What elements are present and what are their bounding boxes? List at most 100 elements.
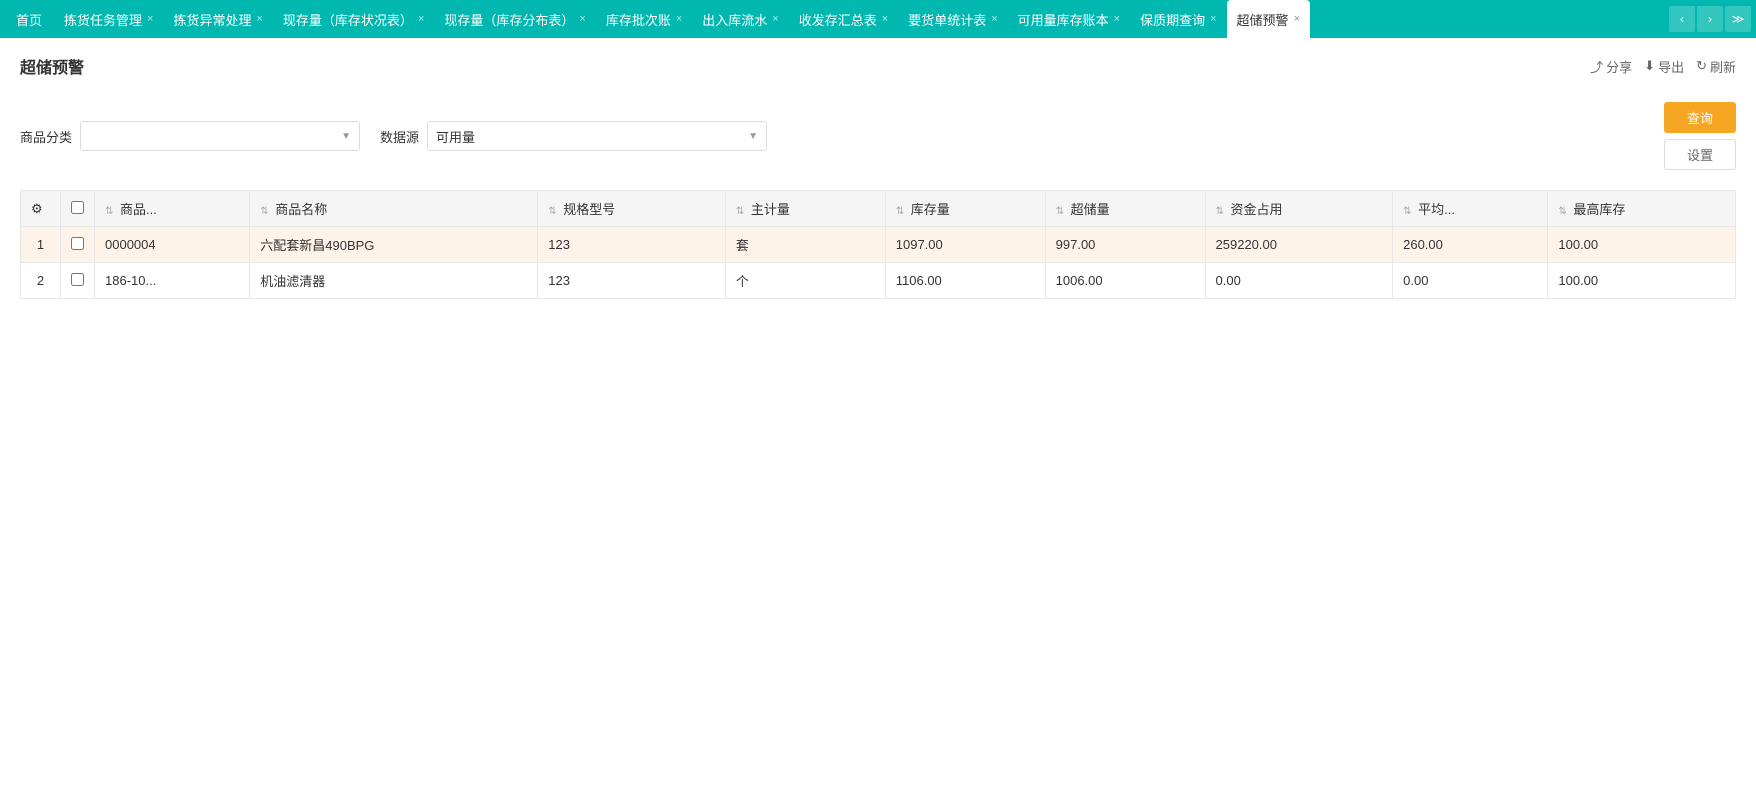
nav-tab-label-4: 库存批次账 [606, 10, 671, 29]
nav-tab-close-6[interactable]: × [882, 13, 888, 25]
refresh-button[interactable]: ↻ 刷新 [1696, 57, 1736, 76]
sort-icon-overstock: ⇅ [1056, 206, 1064, 217]
nav-tab-close-8[interactable]: × [1114, 13, 1120, 25]
nav-tab-2[interactable]: 现存量（库存状况表） × [273, 0, 434, 38]
datasource-select[interactable]: 可用量 ▼ [427, 121, 767, 151]
row-capital-1: 259220.00 [1205, 227, 1393, 263]
nav-tab-close-4[interactable]: × [676, 13, 682, 25]
row-select-2[interactable] [71, 273, 84, 286]
th-max-stock[interactable]: ⇅ 最高库存 [1548, 191, 1736, 227]
th-stock-label: 库存量 [911, 202, 950, 217]
th-spec[interactable]: ⇅ 规格型号 [538, 191, 726, 227]
nav-tab-0[interactable]: 拣货任务管理 × [54, 0, 163, 38]
th-product-code-label: 商品... [120, 202, 157, 217]
nav-more-button[interactable]: ≫ [1725, 6, 1751, 32]
category-filter-group: 商品分类 ▼ [20, 121, 360, 151]
share-button[interactable]: ⤴ 分享 [1590, 57, 1632, 76]
row-max-stock-2: 100.00 [1548, 263, 1736, 299]
row-product-name-2: 机油滤清器 [250, 263, 538, 299]
row-avg-price-2: 0.00 [1393, 263, 1548, 299]
page-title: 超储预警 [20, 54, 84, 78]
row-checkbox-1 [61, 227, 95, 263]
category-chevron-icon: ▼ [341, 131, 351, 142]
export-button[interactable]: ⬇ 导出 [1644, 57, 1684, 76]
nav-tab-label-3: 现存量（库存分布表） [444, 10, 574, 29]
nav-tab-close-7[interactable]: × [991, 13, 997, 25]
sort-icon-max-stock: ⇅ [1558, 206, 1566, 217]
nav-tab-label-9: 保质期查询 [1140, 10, 1205, 29]
nav-prev-button[interactable]: ‹ [1669, 6, 1695, 32]
settings-button[interactable]: 设置 [1664, 139, 1736, 170]
settings-gear-icon[interactable]: ⚙ [31, 201, 43, 216]
th-capital-label: 资金占用 [1231, 202, 1283, 217]
row-checkbox-2 [61, 263, 95, 299]
sort-icon-spec: ⇅ [548, 206, 556, 217]
row-avg-price-1: 260.00 [1393, 227, 1548, 263]
nav-tab-10[interactable]: 超储预警 × [1227, 0, 1310, 38]
nav-tab-5[interactable]: 出入库流水 × [692, 0, 788, 38]
th-product-name[interactable]: ⇅ 商品名称 [250, 191, 538, 227]
category-filter-label: 商品分类 [20, 127, 72, 146]
nav-tab-close-10[interactable]: × [1294, 13, 1300, 25]
export-icon: ⬇ [1644, 58, 1655, 74]
row-unit-1: 套 [725, 227, 885, 263]
row-stock-2: 1106.00 [885, 263, 1045, 299]
share-label: 分享 [1606, 57, 1632, 76]
nav-tab-label-2: 现存量（库存状况表） [283, 10, 413, 29]
header-actions: ⤴ 分享 ⬇ 导出 ↻ 刷新 [1590, 57, 1736, 76]
nav-tab-8[interactable]: 可用量库存账本 × [1008, 0, 1130, 38]
row-overstock-2: 1006.00 [1045, 263, 1205, 299]
nav-tab-label-8: 可用量库存账本 [1018, 10, 1109, 29]
row-stock-1: 1097.00 [885, 227, 1045, 263]
row-spec-2: 123 [538, 263, 726, 299]
th-product-code[interactable]: ⇅ 商品... [95, 191, 250, 227]
nav-tab-label-1: 拣货异常处理 [173, 10, 251, 29]
nav-tab-close-1[interactable]: × [256, 13, 262, 25]
category-select[interactable]: ▼ [80, 121, 360, 151]
th-unit[interactable]: ⇅ 主计量 [725, 191, 885, 227]
nav-tab-7[interactable]: 要货单统计表 × [898, 0, 1007, 38]
th-stock[interactable]: ⇅ 库存量 [885, 191, 1045, 227]
nav-tab-close-9[interactable]: × [1210, 13, 1216, 25]
table-body: 1 0000004 六配套新昌490BPG 123 套 1097.00 997.… [21, 227, 1736, 299]
table-row: 2 186-10... 机油滤清器 123 个 1106.00 1006.00 … [21, 263, 1736, 299]
row-unit-2: 个 [725, 263, 885, 299]
refresh-icon: ↻ [1696, 58, 1707, 74]
data-table: ⚙ ⇅ 商品... ⇅ 商品名称 ⇅ 规格型号 ⇅ [20, 190, 1736, 299]
select-all-checkbox[interactable] [71, 201, 84, 214]
datasource-select-value: 可用量 [436, 127, 475, 146]
th-avg-price[interactable]: ⇅ 平均... [1393, 191, 1548, 227]
nav-tab-1[interactable]: 拣货异常处理 × [163, 0, 272, 38]
th-capital[interactable]: ⇅ 资金占用 [1205, 191, 1393, 227]
row-select-1[interactable] [71, 237, 84, 250]
th-overstock[interactable]: ⇅ 超储量 [1045, 191, 1205, 227]
row-product-code-1: 0000004 [95, 227, 250, 263]
th-spec-label: 规格型号 [563, 202, 615, 217]
sort-icon-product-name: ⇅ [260, 206, 268, 217]
top-navigation: 首页 拣货任务管理 × 拣货异常处理 × 现存量（库存状况表） × 现存量（库存… [0, 0, 1756, 38]
datasource-filter-group: 数据源 可用量 ▼ [380, 121, 767, 151]
nav-home[interactable]: 首页 [4, 10, 54, 29]
row-product-code-2: 186-10... [95, 263, 250, 299]
th-product-name-label: 商品名称 [275, 202, 327, 217]
row-capital-2: 0.00 [1205, 263, 1393, 299]
nav-tab-label-10: 超储预警 [1237, 10, 1289, 29]
nav-tab-close-5[interactable]: × [772, 13, 778, 25]
th-unit-label: 主计量 [751, 202, 790, 217]
query-button[interactable]: 查询 [1664, 102, 1736, 133]
refresh-label: 刷新 [1710, 57, 1736, 76]
th-settings: ⚙ [21, 191, 61, 227]
row-num-2: 2 [21, 263, 61, 299]
row-spec-1: 123 [538, 227, 726, 263]
nav-tab-close-2[interactable]: × [418, 13, 424, 25]
nav-next-button[interactable]: › [1697, 6, 1723, 32]
nav-tab-close-0[interactable]: × [147, 13, 153, 25]
filter-row: 商品分类 ▼ 数据源 可用量 ▼ 查询 设置 [20, 94, 1736, 178]
nav-tab-3[interactable]: 现存量（库存分布表） × [434, 0, 595, 38]
nav-tab-9[interactable]: 保质期查询 × [1130, 0, 1226, 38]
nav-tab-close-3[interactable]: × [579, 13, 585, 25]
nav-tab-4[interactable]: 库存批次账 × [596, 0, 692, 38]
nav-tab-6[interactable]: 收发存汇总表 × [789, 0, 898, 38]
table-row: 1 0000004 六配套新昌490BPG 123 套 1097.00 997.… [21, 227, 1736, 263]
row-num-1: 1 [21, 227, 61, 263]
